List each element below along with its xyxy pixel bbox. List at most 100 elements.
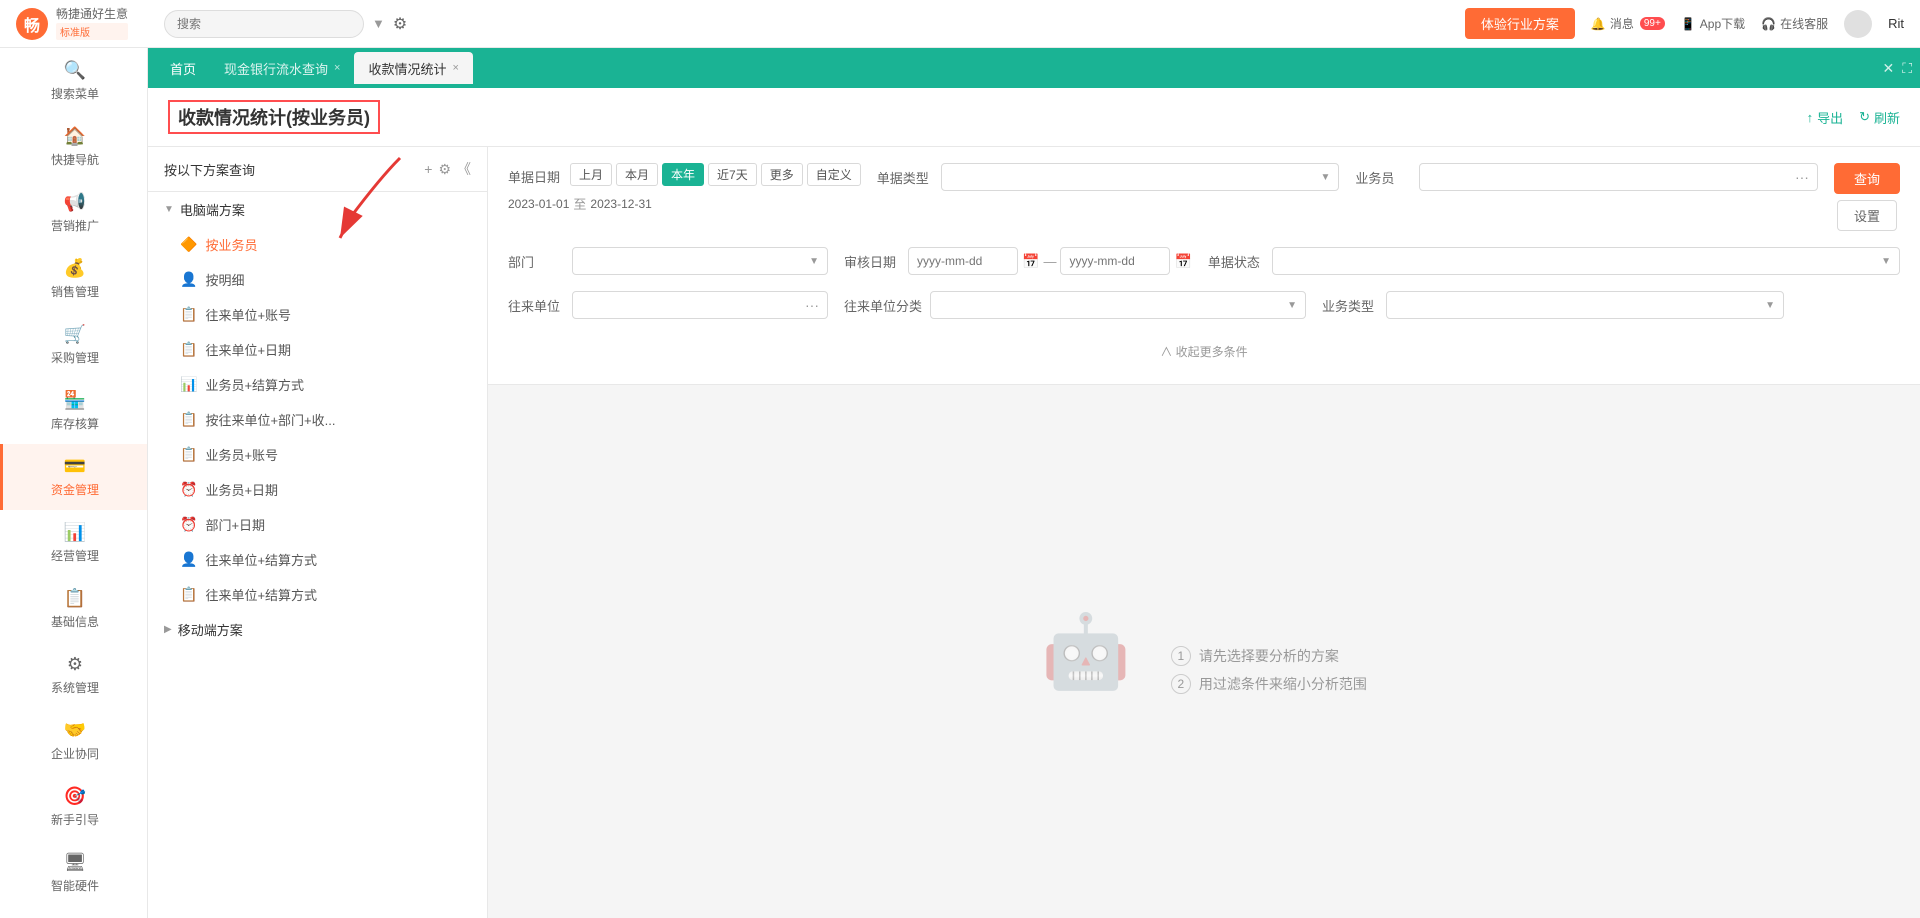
business-type-select[interactable]: ▼ [1386,291,1784,319]
scheme-item-staff-account[interactable]: 📋 业务员+账号 [148,437,487,472]
sidebar-item-system[interactable]: ⚙ 系统管理 [0,642,147,708]
staff-scheme-icon: 🔶 [180,236,197,253]
scheme-item-unit-settle2[interactable]: 📋 往来单位+结算方式 [148,577,487,612]
date-btn-7days[interactable]: 近7天 [708,163,757,186]
settings-icon[interactable]: ⚙ [393,14,407,34]
trial-button[interactable]: 体验行业方案 [1465,8,1575,39]
calendar-icon[interactable]: 📅 [1022,253,1039,270]
messages-action[interactable]: 🔔 消息 99+ [1591,15,1665,32]
export-icon: ↑ [1807,110,1814,125]
settings-button[interactable]: 设置 [1837,200,1897,231]
maximize-window-icon[interactable]: ⛶ [1902,60,1912,77]
capital-icon: 💳 [64,456,86,477]
scheme-item-staff-date[interactable]: ⏰ 业务员+日期 [148,472,487,507]
export-button[interactable]: ↑ 导出 [1807,108,1844,127]
scheme-item-by-staff[interactable]: 🔶 按业务员 [148,227,487,262]
page-title: 收款情况统计(按业务员) [168,100,380,134]
app-download-action[interactable]: 📱 App下载 [1681,15,1745,32]
bill-status-select[interactable]: ▼ [1272,247,1900,275]
tab-bank[interactable]: 现金银行流水查询 × [210,52,354,84]
refresh-button[interactable]: ↻ 刷新 [1859,108,1900,127]
tab-collection[interactable]: 收款情况统计 × [354,52,472,84]
refresh-icon: ↻ [1859,109,1870,125]
unit-date-icon: 📋 [180,341,197,358]
scheme-item-staff-settle[interactable]: 📊 业务员+结算方式 [148,367,487,402]
scheme-group-desktop-header[interactable]: ▼ 电脑端方案 [148,192,487,227]
scheme-header: 按以下方案查询 + ⚙ 《 [148,147,487,192]
scheme-item-unit-settle[interactable]: 👤 往来单位+结算方式 [148,542,487,577]
date-btn-custom[interactable]: 自定义 [807,163,861,186]
scheme-item-unit-account[interactable]: 📋 往来单位+账号 [148,297,487,332]
chevron-down-icon: ▼ [1765,300,1775,311]
hardware-icon: 🖥 [64,852,87,873]
enterprise-icon: 🤝 [64,720,86,741]
system-icon: ⚙ [67,654,83,675]
scheme-group-mobile-header[interactable]: ▶ 移动端方案 [148,612,487,647]
sidebar-item-purchase[interactable]: 🛒 采购管理 [0,312,147,378]
sidebar-item-sales[interactable]: 💰 销售管理 [0,246,147,312]
bill-status-label: 单据状态 [1208,252,1264,271]
avatar[interactable] [1844,10,1872,38]
scheme-item-by-detail[interactable]: 👤 按明细 [148,262,487,297]
review-date-to[interactable] [1060,247,1170,275]
settings-scheme-icon[interactable]: ⚙ [438,161,451,178]
add-scheme-icon[interactable]: + [424,161,432,177]
bill-type-select[interactable]: ▼ [941,163,1340,191]
sidebar-item-inventory[interactable]: 🏪 库存核算 [0,378,147,444]
bill-status-field: 单据状态 ▼ [1208,247,1900,275]
tab-home[interactable]: 首页 [156,52,210,84]
scheme-item-unit-date[interactable]: 📋 往来单位+日期 [148,332,487,367]
collapse-more-btn[interactable]: ∧ 收起更多条件 [508,335,1900,368]
scheme-group-desktop: ▼ 电脑端方案 🔶 按业务员 👤 按明细 📋 往来单位+账号 [148,192,487,612]
collapse-scheme-icon[interactable]: 《 [457,159,471,179]
chevron-down-icon: ▼ [809,256,819,267]
logo-text: 畅捷通好生意 [56,7,128,23]
sidebar-item-wechat[interactable]: 💬 企业微信 [0,906,147,918]
chevron-down-icon: ▼ [1287,300,1297,311]
logo-icon: 畅 [16,8,48,40]
sidebar-item-guide[interactable]: 🎯 新手引导 [0,774,147,840]
basic-icon: 📋 [64,588,86,609]
bill-type-label: 单据类型 [877,168,933,187]
sidebar-item-hardware[interactable]: 🖥 智能硬件 [0,840,147,906]
search-input[interactable] [164,10,364,38]
counterpart-select[interactable]: ··· [572,291,828,319]
tabs-bar: 首页 现金银行流水查询 × 收款情况统计 × ✕ ⛶ [148,48,1920,88]
sidebar-item-search[interactable]: 🔍 搜索菜单 [0,48,147,114]
search-icon: 🔍 [64,60,86,81]
review-date-from[interactable] [908,247,1018,275]
guide-icon: 🎯 [64,786,86,807]
online-service-action[interactable]: 🎧 在线客服 [1761,15,1828,32]
scheme-item-unit-dept[interactable]: 📋 按往来单位+部门+收... [148,402,487,437]
scheme-item-dept-date[interactable]: ⏰ 部门+日期 [148,507,487,542]
sidebar-item-capital[interactable]: 💳 资金管理 [0,444,147,510]
date-btn-this-month[interactable]: 本月 [616,163,658,186]
scheme-actions: + ⚙ 《 [424,159,471,179]
arrow-right-icon: ▶ [164,624,172,635]
counterpart-classify-select[interactable]: ▼ [930,291,1306,319]
date-btn-more[interactable]: 更多 [761,163,803,186]
more-icon[interactable]: ··· [1795,169,1809,185]
tab-close-bank[interactable]: × [334,62,340,74]
bell-icon: 🔔 [1591,17,1606,31]
date-btn-this-year[interactable]: 本年 [662,163,704,186]
scheme-title: 按以下方案查询 [164,160,255,179]
chevron-down-icon[interactable]: ▼ [372,16,385,31]
sidebar-item-operations[interactable]: 📊 经营管理 [0,510,147,576]
date-btn-prev-month[interactable]: 上月 [570,163,612,186]
marketing-icon: 📢 [64,192,86,213]
arrow-down-icon: ▼ [164,204,174,215]
query-button[interactable]: 查询 [1834,163,1900,194]
bill-type-field: 单据类型 ▼ [877,163,1340,191]
sidebar-item-marketing[interactable]: 📢 营销推广 [0,180,147,246]
sidebar-item-enterprise[interactable]: 🤝 企业协同 [0,708,147,774]
sidebar-item-quicknav[interactable]: 🏠 快捷导航 [0,114,147,180]
calendar-icon-2[interactable]: 📅 [1174,253,1191,270]
tab-close-collection[interactable]: × [452,62,458,74]
more-icon-2[interactable]: ··· [805,297,819,313]
date-field: 单据日期 上月 本月 本年 近7天 更多 自定义 [508,163,861,213]
dept-select[interactable]: ▼ [572,247,828,275]
sidebar-item-basic[interactable]: 📋 基础信息 [0,576,147,642]
staff-select[interactable]: ··· [1419,163,1818,191]
close-window-icon[interactable]: ✕ [1882,60,1894,77]
